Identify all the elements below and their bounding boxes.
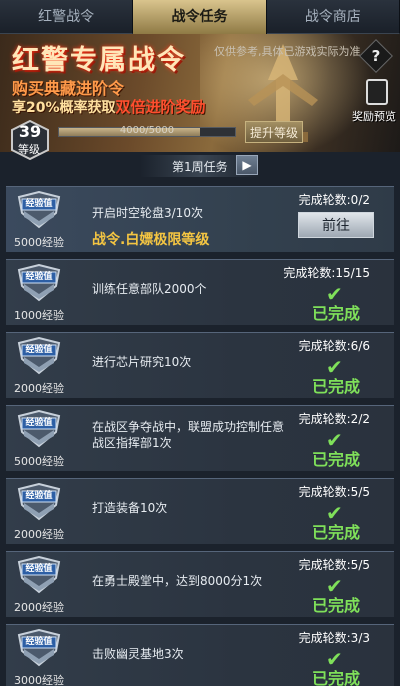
task-description: 在勇士殿堂中，达到8000分1次 [92, 574, 263, 588]
task-card: 经验值 2000经验 进行芯片研究10次 完成轮数:6/6 ✔ 已完成 [6, 332, 394, 398]
task-highlight-text: 战令.白嫖极限等级 [92, 232, 210, 248]
task-exp-reward: 5000经验 [14, 236, 64, 249]
emblem-label: 经验值 [25, 418, 53, 428]
task-card: 经验值 1000经验 训练任意部队2000个 完成轮数:15/15 ✔ 已完成 [6, 259, 394, 325]
task-completed-label: 已完成 [312, 523, 361, 542]
task-progress-count: 完成轮数:5/5 [298, 558, 370, 572]
task-exp-reward: 3000经验 [14, 674, 64, 686]
banner-bonus-prefix: 享20%概率获取 [12, 100, 116, 116]
emblem-label: 经验值 [25, 199, 53, 209]
task-completed-label: 已完成 [312, 669, 361, 686]
emblem-label: 经验值 [25, 491, 53, 501]
go-button[interactable]: 前往 [298, 212, 374, 238]
banner-title: 红警专属战令 [12, 45, 186, 76]
task-completed-label: 已完成 [312, 304, 361, 323]
emblem-label: 经验值 [25, 564, 53, 574]
task-description: 击败幽灵基地3次 [92, 647, 184, 661]
task-exp-reward: 1000经验 [14, 309, 64, 322]
task-description: 训练任意部队2000个 [92, 282, 207, 296]
task-description: 进行芯片研究10次 [92, 355, 192, 369]
emblem-label: 经验值 [25, 637, 53, 647]
week-label: 第1周任务 [172, 160, 228, 174]
task-description: 打造装备10次 [92, 501, 168, 515]
task-exp-reward: 2000经验 [14, 382, 64, 395]
task-description: 开启时空轮盘3/10次 [92, 206, 203, 220]
xp-text: 4000/5000 [119, 125, 175, 136]
banner-bonus-highlight: 双倍进阶奖励 [115, 98, 206, 116]
next-week-arrow-icon[interactable]: ▶ [236, 155, 258, 175]
task-completed-label: 已完成 [312, 377, 361, 396]
level-label: 等级 [18, 143, 40, 156]
reward-preview-icon[interactable] [366, 79, 388, 105]
task-progress-count: 完成轮数:0/2 [298, 193, 370, 207]
task-exp-reward: 5000经验 [14, 455, 64, 468]
task-exp-reward: 2000经验 [14, 601, 64, 614]
task-description: 在战区争夺战中，联盟成功控制任意战区指挥部1次 [92, 420, 285, 450]
task-card: 经验值 2000经验 在勇士殿堂中，达到8000分1次 完成轮数:5/5 ✔ 已完成 [6, 551, 394, 617]
emblem-label: 经验值 [25, 272, 53, 282]
task-card: 经验值 3000经验 击败幽灵基地3次 完成轮数:3/3 ✔ 已完成 [6, 624, 394, 686]
help-glyph: ? [371, 47, 381, 65]
task-completed-label: 已完成 [312, 596, 361, 615]
task-progress-count: 完成轮数:5/5 [298, 485, 370, 499]
task-completed-label: 已完成 [312, 450, 361, 469]
task-card: 经验值 2000经验 打造装备10次 完成轮数:5/5 ✔ 已完成 [6, 478, 394, 544]
tab-pass-tasks[interactable]: 战令任务 [133, 0, 267, 34]
tab-pass-shop[interactable]: 战令商店 [266, 0, 400, 34]
banner-note: 仅供参考,具体已游戏实际为准 [214, 45, 361, 58]
task-progress-count: 完成轮数:15/15 [283, 266, 370, 280]
task-progress-count: 完成轮数:2/2 [298, 412, 370, 426]
task-progress-count: 完成轮数:6/6 [298, 339, 370, 353]
tab-bar: 红警战令 战令任务 战令商店 [0, 0, 400, 34]
task-card: 经验值 5000经验 在战区争夺战中，联盟成功控制任意战区指挥部1次 完成轮数:2/2… [6, 405, 394, 471]
banner-bonus-text: 享20%概率获取双倍进阶奖励 [12, 96, 206, 117]
level-up-button[interactable]: 提升等级 [245, 121, 303, 143]
level-value: 39 [18, 122, 42, 141]
task-card: 经验值 5000经验 开启时空轮盘3/10次 战令.白嫖极限等级 完成轮数:0/2 前往 [6, 186, 394, 252]
emblem-label: 经验值 [25, 345, 53, 355]
tab-battle-pass[interactable]: 红警战令 [0, 0, 134, 34]
reward-preview-label[interactable]: 奖励预览 [352, 108, 396, 124]
task-exp-reward: 2000经验 [14, 528, 64, 541]
task-progress-count: 完成轮数:3/3 [298, 631, 370, 645]
